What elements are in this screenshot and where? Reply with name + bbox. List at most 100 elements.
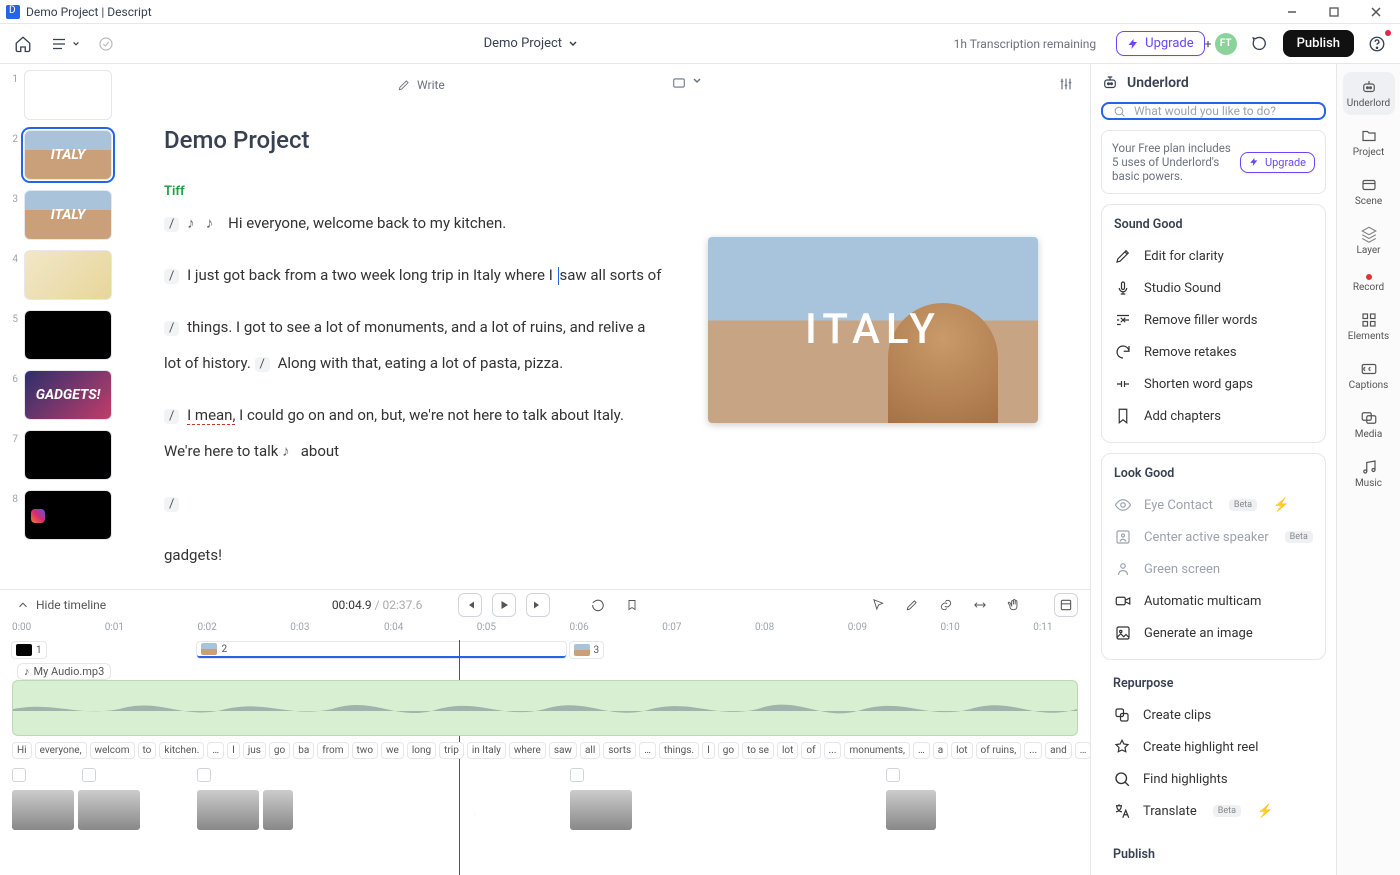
timeline-word[interactable]: welcom <box>90 742 135 759</box>
project-title[interactable]: Demo Project <box>484 36 562 51</box>
chevron-down-icon[interactable] <box>692 76 702 86</box>
sync-status-icon[interactable] <box>94 32 118 56</box>
action-edit-clarity[interactable]: Edit for clarity <box>1106 240 1321 272</box>
select-tool[interactable] <box>866 593 890 617</box>
action-studio-sound[interactable]: Studio Sound <box>1106 272 1321 304</box>
timeline-word[interactable]: lot <box>951 742 972 759</box>
timeline-word[interactable]: … <box>913 742 930 759</box>
timeline-word[interactable]: ... <box>1024 742 1042 759</box>
action-translate[interactable]: TranslateBeta⚡ <box>1105 795 1322 827</box>
timeline-word[interactable]: lot <box>777 742 798 759</box>
skip-fwd-button[interactable] <box>526 593 550 617</box>
scene-thumb-6[interactable]: GADGETS! <box>24 370 112 420</box>
timeline-word[interactable]: ba <box>293 742 314 759</box>
timeline-word[interactable]: go <box>269 742 290 759</box>
menu-button[interactable] <box>46 31 84 57</box>
time-ruler[interactable]: 0:00 0:01 0:02 0:03 0:04 0:05 0:06 0:07 … <box>12 620 1078 640</box>
timeline-word[interactable]: monuments, <box>844 742 910 759</box>
skip-back-button[interactable] <box>458 593 482 617</box>
action-center-speaker[interactable]: Center active speakerBeta <box>1106 521 1321 553</box>
upgrade-button-promo[interactable]: Upgrade <box>1240 152 1315 173</box>
scene-thumb-8[interactable] <box>24 490 112 540</box>
rail-media[interactable]: Media <box>1343 403 1395 446</box>
rail-music[interactable]: Music <box>1343 452 1395 495</box>
timeline-word[interactable]: trip <box>439 742 464 759</box>
timeline-word[interactable]: … <box>639 742 656 759</box>
timeline-word[interactable]: I <box>227 742 240 759</box>
scene-thumb-1[interactable] <box>24 70 112 120</box>
timeline-word[interactable]: ... <box>824 742 842 759</box>
timeline-word[interactable]: saw <box>549 742 577 759</box>
publish-button[interactable]: Publish <box>1283 30 1354 57</box>
timeline-scene-row[interactable]: 1 2 3 <box>12 640 1078 662</box>
rail-underlord[interactable]: Underlord <box>1343 72 1395 115</box>
action-add-chapters[interactable]: Add chapters <box>1106 400 1321 432</box>
action-generate-image[interactable]: Generate an image <box>1106 617 1321 649</box>
layout-tool-icon[interactable] <box>672 76 686 90</box>
rail-scene[interactable]: Scene <box>1343 170 1395 213</box>
timeline-word[interactable]: I <box>702 742 715 759</box>
timeline-word[interactable]: we <box>381 742 404 759</box>
script-editor[interactable]: Write Demo Project Tiff / ♪ ♪ Hi everyon… <box>164 70 664 589</box>
hand-tool[interactable] <box>1002 593 1026 617</box>
timeline-word[interactable]: of ruins, <box>976 742 1022 759</box>
timeline-word[interactable]: things. <box>659 742 699 759</box>
marker-button[interactable] <box>620 593 644 617</box>
comments-button[interactable] <box>1247 31 1273 57</box>
rail-captions[interactable]: Captions <box>1343 354 1395 397</box>
video-track[interactable] <box>12 768 1078 848</box>
panel-settings-icon[interactable] <box>1058 76 1074 92</box>
timeline-word[interactable]: kitchen. <box>159 742 204 759</box>
timeline-word[interactable]: where <box>509 742 546 759</box>
action-eye-contact[interactable]: Eye ContactBeta⚡ <box>1106 489 1321 521</box>
loop-button[interactable] <box>586 593 610 617</box>
timeline-word[interactable]: to <box>138 742 157 759</box>
timeline-word[interactable]: everyone, <box>35 742 87 759</box>
timeline-word[interactable]: … <box>207 742 224 759</box>
timeline-word[interactable]: Hi <box>12 742 32 759</box>
timeline-word[interactable]: of <box>801 742 820 759</box>
help-button[interactable] <box>1364 31 1390 57</box>
action-remove-fillers[interactable]: Remove filler words <box>1106 304 1321 336</box>
scene-thumb-2[interactable]: ITALY <box>24 130 112 180</box>
timeline-word[interactable]: long <box>407 742 436 759</box>
action-remove-retakes[interactable]: Remove retakes <box>1106 336 1321 368</box>
timeline-word[interactable]: jus <box>243 742 266 759</box>
action-multicam[interactable]: Automatic multicam <box>1106 585 1321 617</box>
timeline-word[interactable]: two <box>352 742 379 759</box>
timeline-word[interactable]: to se <box>742 742 774 759</box>
share-avatar[interactable]: + FT <box>1215 33 1237 55</box>
home-button[interactable] <box>10 31 36 57</box>
doc-title[interactable]: Demo Project <box>164 126 664 154</box>
write-tool[interactable]: Write <box>397 78 445 92</box>
word-row[interactable]: Hieveryone,welcomtokitchen.…Ijusgobafrom… <box>12 742 1078 764</box>
timeline-word[interactable]: sorts <box>603 742 636 759</box>
action-green-screen[interactable]: Green screen <box>1106 553 1321 585</box>
audio-track[interactable]: ♪ My Audio.mp3 <box>12 680 1078 736</box>
timeline-word[interactable]: from <box>317 742 348 759</box>
scene-thumb-3[interactable]: ITALY <box>24 190 112 240</box>
action-highlight-reel[interactable]: Create highlight reel <box>1105 731 1322 763</box>
chevron-down-icon[interactable] <box>568 39 578 49</box>
play-button[interactable] <box>492 593 516 617</box>
timeline-word[interactable]: a <box>933 742 948 759</box>
timeline-word[interactable]: … <box>1075 742 1090 759</box>
action-shorten-gaps[interactable]: Shorten word gaps <box>1106 368 1321 400</box>
scene-thumb-5[interactable] <box>24 310 112 360</box>
window-close-button[interactable] <box>1358 0 1394 24</box>
rail-elements[interactable]: Elements <box>1343 305 1395 348</box>
timeline-word[interactable]: all <box>580 742 600 759</box>
underlord-search[interactable]: What would you like to do? <box>1101 102 1326 120</box>
rail-record[interactable]: Record <box>1343 268 1395 299</box>
hide-timeline-button[interactable]: Hide timeline <box>12 594 110 616</box>
transcription-remaining[interactable]: 1h Transcription remaining <box>944 33 1107 55</box>
rail-layer[interactable]: Layer <box>1343 219 1395 262</box>
video-canvas[interactable]: ITALY <box>664 70 1082 589</box>
blade-tool[interactable] <box>900 593 924 617</box>
link-tool[interactable] <box>934 593 958 617</box>
action-draft-title[interactable]: Draft a title <box>1105 870 1322 875</box>
timeline-word[interactable]: and <box>1045 742 1072 759</box>
timeline-settings[interactable] <box>1054 593 1078 617</box>
audio-clip-label[interactable]: ♪ My Audio.mp3 <box>17 663 111 680</box>
stretch-tool[interactable] <box>968 593 992 617</box>
